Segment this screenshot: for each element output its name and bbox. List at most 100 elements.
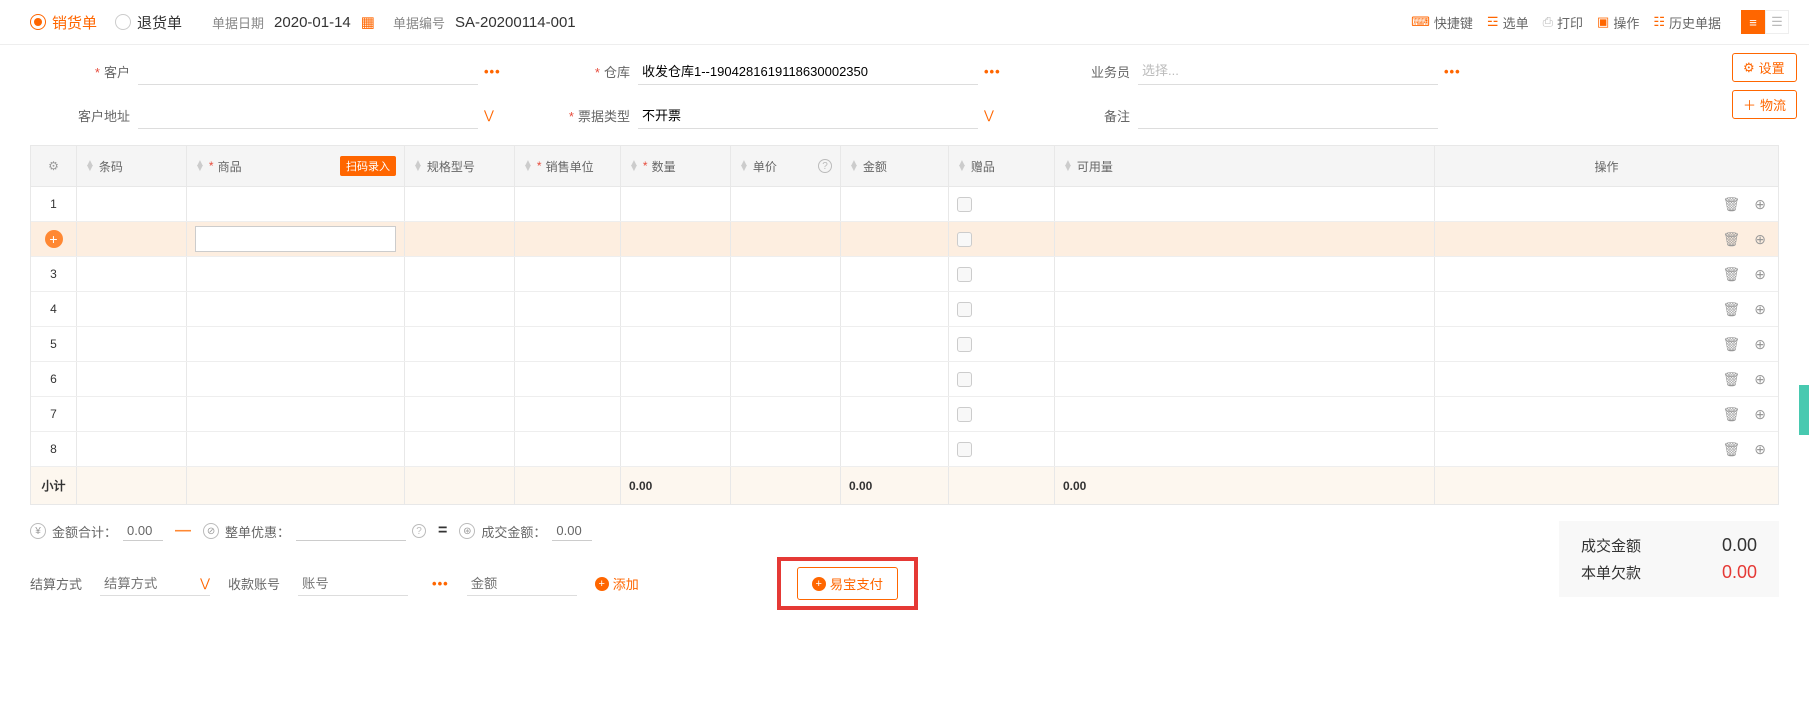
col-barcode[interactable]: ▲▼条码 <box>77 146 187 186</box>
table-row[interactable]: 3🗑⊕ <box>31 257 1778 292</box>
table-row[interactable]: + 🗑 ⊕ <box>31 222 1778 257</box>
table-row[interactable]: 1 🗑 ⊕ <box>31 187 1778 222</box>
date-value[interactable]: 2020-01-14 <box>274 14 351 31</box>
gift-checkbox[interactable] <box>957 197 972 212</box>
row-index: 6 <box>50 372 57 386</box>
delete-row-icon[interactable]: 🗑 <box>1722 231 1740 248</box>
add-row-icon[interactable]: + <box>45 230 63 248</box>
add-row-icon[interactable]: ⊕ <box>1754 406 1766 423</box>
sort-icon: ▲▼ <box>629 161 639 171</box>
yeepay-button[interactable]: +易宝支付 <box>797 567 898 600</box>
payment-method-input[interactable] <box>100 572 210 596</box>
remark-input[interactable] <box>1138 101 1438 129</box>
keyboard-icon: ⌨ <box>1411 14 1430 30</box>
col-quantity[interactable]: ▲▼*数量 <box>621 146 731 186</box>
view-compact-button[interactable]: ≡ <box>1741 10 1765 34</box>
help-icon[interactable]: ? <box>818 159 832 173</box>
chevron-down-icon[interactable]: ⋁ <box>984 108 994 122</box>
add-row-icon[interactable]: ⊕ <box>1754 301 1766 318</box>
delete-row-icon[interactable]: 🗑 <box>1722 371 1740 388</box>
table-row[interactable]: 6 🗑 ⊕ <box>31 362 1778 397</box>
product-cell-input[interactable] <box>195 226 396 252</box>
customer-lookup-icon[interactable]: ••• <box>484 64 501 79</box>
gift-checkbox[interactable] <box>957 372 972 387</box>
table-row[interactable]: 8🗑⊕ <box>31 432 1778 467</box>
summary-owed-label: 本单欠款 <box>1581 562 1641 583</box>
col-gift[interactable]: ▲▼赠品 <box>949 146 1055 186</box>
delete-row-icon[interactable]: 🗑 <box>1722 266 1740 283</box>
doc-number-label: 单据编号 <box>393 13 445 32</box>
warehouse-input[interactable] <box>638 57 978 85</box>
delete-row-icon[interactable]: 🗑 <box>1722 336 1740 353</box>
gift-checkbox[interactable] <box>957 302 972 317</box>
warehouse-lookup-icon[interactable]: ••• <box>984 64 1001 79</box>
add-row-icon[interactable]: ⊕ <box>1754 196 1766 213</box>
list-icon: ☲ <box>1487 14 1499 30</box>
tab-sales-order[interactable]: 销货单 <box>30 12 97 33</box>
col-available[interactable]: ▲▼可用量 <box>1055 146 1435 186</box>
operate-button[interactable]: ▣操作 <box>1597 13 1639 32</box>
col-amount[interactable]: ▲▼金额 <box>841 146 949 186</box>
gift-checkbox[interactable] <box>957 337 972 352</box>
scan-input-tag[interactable]: 扫码录入 <box>340 156 396 176</box>
help-icon[interactable]: ? <box>412 524 426 538</box>
payment-method-label: 结算方式 <box>30 574 82 593</box>
table-row[interactable]: 7🗑⊕ <box>31 397 1778 432</box>
gift-checkbox[interactable] <box>957 442 972 457</box>
print-button[interactable]: ⎙打印 <box>1543 13 1583 32</box>
add-row-icon[interactable]: ⊕ <box>1754 266 1766 283</box>
shortcut-button[interactable]: ⌨快捷键 <box>1411 13 1473 32</box>
gift-checkbox[interactable] <box>957 267 972 282</box>
deal-amount-label: 成交金额： <box>481 522 546 541</box>
add-payment-button[interactable]: +添加 <box>595 574 639 593</box>
delete-row-icon[interactable]: 🗑 <box>1722 441 1740 458</box>
view-detail-button[interactable]: ☰ <box>1765 10 1789 34</box>
chevron-down-icon[interactable]: ⋁ <box>200 576 210 590</box>
col-price[interactable]: ▲▼单价? <box>731 146 841 186</box>
customer-addr-input[interactable] <box>138 101 478 129</box>
col-product[interactable]: ▲▼*商品扫码录入 <box>187 146 405 186</box>
gear-icon[interactable]: ⚙ <box>48 159 59 173</box>
col-sales-unit[interactable]: ▲▼*销售单位 <box>515 146 621 186</box>
subtotal-amount: 0.00 <box>841 467 949 504</box>
add-row-icon[interactable]: ⊕ <box>1754 441 1766 458</box>
deal-icon: ⊛ <box>459 523 475 539</box>
calendar-icon[interactable]: ▦ <box>361 13 375 31</box>
invoice-type-input[interactable] <box>638 101 978 129</box>
logistics-button[interactable]: ＋物流 <box>1732 90 1797 119</box>
delete-row-icon[interactable]: 🗑 <box>1722 196 1740 213</box>
discount-label: 整单优惠： <box>225 522 290 541</box>
sort-icon: ▲▼ <box>957 161 967 171</box>
sort-icon: ▲▼ <box>523 161 533 171</box>
row-index: 1 <box>50 197 57 211</box>
gift-checkbox[interactable] <box>957 232 972 247</box>
add-row-icon[interactable]: ⊕ <box>1754 371 1766 388</box>
table-row[interactable]: 4🗑⊕ <box>31 292 1778 327</box>
delete-row-icon[interactable]: 🗑 <box>1722 406 1740 423</box>
delete-row-icon[interactable]: 🗑 <box>1722 301 1740 318</box>
receipt-account-input[interactable] <box>298 572 408 596</box>
gift-checkbox[interactable] <box>957 407 972 422</box>
customer-label: 客户 <box>104 65 130 80</box>
settings-button[interactable]: ⚙设置 <box>1732 53 1797 82</box>
invoice-type-label: 票据类型 <box>578 109 630 124</box>
payment-amount-input[interactable] <box>467 572 577 596</box>
history-button[interactable]: ☷历史单据 <box>1653 13 1721 32</box>
salesperson-input[interactable] <box>1138 57 1438 85</box>
discount-icon: ⊘ <box>203 523 219 539</box>
table-row[interactable]: 5🗑⊕ <box>31 327 1778 362</box>
tab-return-order[interactable]: 退货单 <box>115 12 182 33</box>
remark-label: 备注 <box>1104 109 1130 124</box>
select-order-button[interactable]: ☲选单 <box>1487 13 1529 32</box>
chevron-down-icon[interactable]: ⋁ <box>484 108 494 122</box>
discount-input[interactable] <box>296 521 406 541</box>
account-lookup-icon[interactable]: ••• <box>432 576 449 591</box>
subtotal-qty: 0.00 <box>621 467 731 504</box>
customer-input[interactable] <box>138 57 478 85</box>
add-row-icon[interactable]: ⊕ <box>1754 231 1766 248</box>
salesperson-lookup-icon[interactable]: ••• <box>1444 64 1461 79</box>
col-spec[interactable]: ▲▼规格型号 <box>405 146 515 186</box>
plus-icon: + <box>595 577 609 591</box>
side-drawer-handle[interactable] <box>1799 385 1809 435</box>
add-row-icon[interactable]: ⊕ <box>1754 336 1766 353</box>
